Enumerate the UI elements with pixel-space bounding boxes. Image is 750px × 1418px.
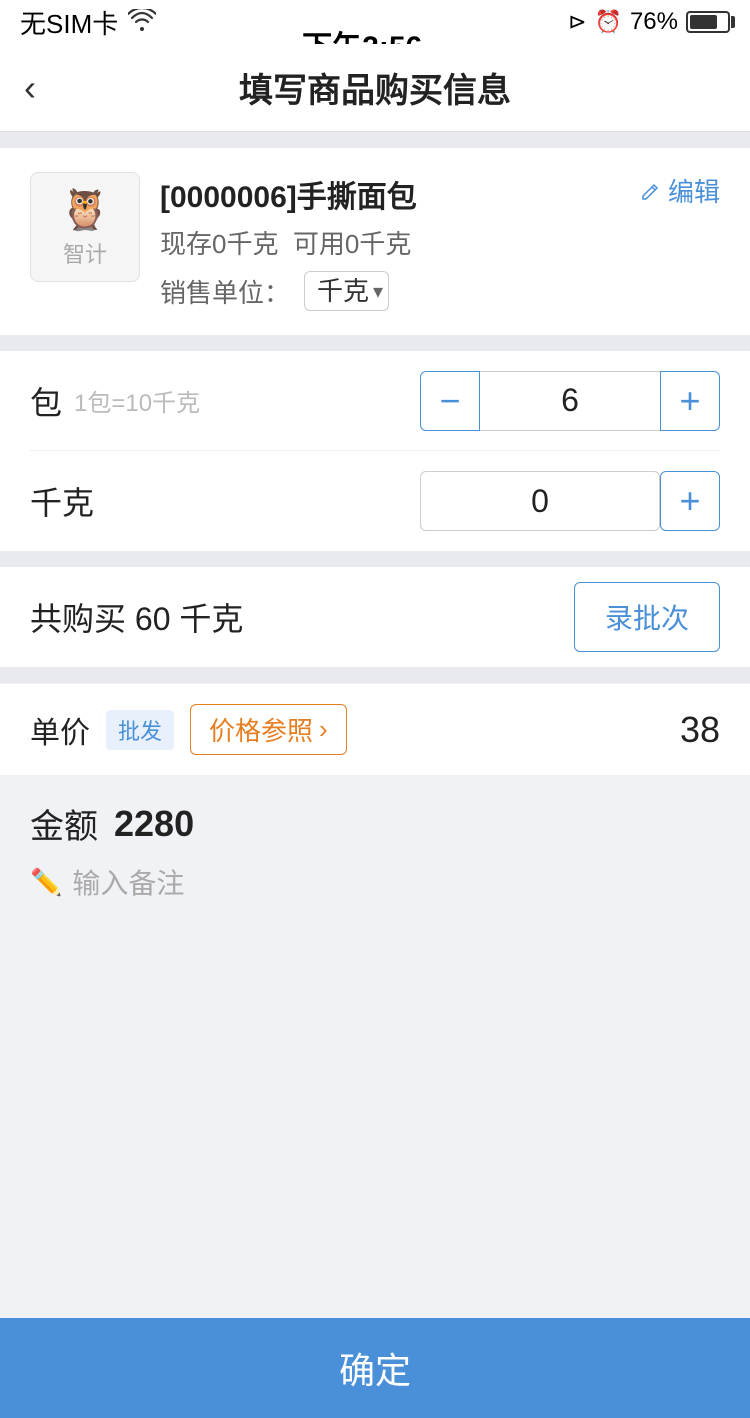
product-stock: 现存0千克 可用0千克 (160, 224, 720, 261)
pencil-icon: ✏️ (30, 867, 62, 898)
total-text: 共购买 60 千克 (30, 594, 243, 640)
kg-qty-input[interactable] (420, 471, 660, 531)
input-section: 包 1包=10千克 − + 千克 + (0, 351, 750, 551)
unit-select[interactable]: 千克 包 (304, 271, 389, 311)
remark-row[interactable]: ✏️ 输入备注 (30, 862, 720, 902)
status-left: 无SIM卡 (20, 4, 156, 41)
mid-divider2 (0, 551, 750, 567)
kg-label: 千克 (30, 478, 94, 524)
price-row: 单价 批发 价格参照 › 38 (30, 704, 720, 755)
wifi-icon (128, 7, 156, 38)
amount-section: 金额 2280 ✏️ 输入备注 (0, 775, 750, 918)
battery-icon (686, 11, 730, 33)
product-card: 🦉 智计 [0000006]手撕面包 编辑 现存0千克 可用0千克 销售单位： … (0, 148, 750, 335)
price-badge: 批发 (106, 710, 174, 750)
bag-plus-button[interactable]: + (660, 371, 720, 431)
carrier-text: 无SIM卡 (20, 4, 118, 41)
product-thumb-label: 智计 (63, 237, 107, 269)
kg-plus-button[interactable]: + (660, 471, 720, 531)
mid-divider3 (0, 667, 750, 683)
top-divider (0, 132, 750, 148)
bag-qty-control: − + (420, 371, 720, 431)
total-row: 共购买 60 千克 录批次 (0, 567, 750, 667)
price-value: 38 (680, 709, 720, 751)
mid-divider1 (0, 335, 750, 351)
bag-minus-button[interactable]: − (420, 371, 480, 431)
bag-hint: 1包=10千克 (74, 383, 200, 418)
bag-qty-input[interactable] (480, 371, 660, 431)
bag-label: 包 1包=10千克 (30, 378, 200, 424)
unit-select-wrapper[interactable]: 千克 包 ▾ (304, 271, 389, 311)
battery-percent: 76% (630, 8, 678, 36)
remark-placeholder: 输入备注 (72, 862, 184, 902)
product-name: [0000006]手撕面包 (160, 172, 417, 216)
spacer (0, 918, 750, 1318)
back-button[interactable]: ‹ (24, 67, 36, 109)
kg-input-row: 千克 + (30, 451, 720, 551)
nav-bar: ‹ 填写商品购买信息 (0, 44, 750, 132)
amount-value: 2280 (114, 803, 194, 845)
product-thumb-icon: 🦉 (60, 186, 110, 233)
price-ref-arrow-icon: › (319, 714, 328, 745)
price-label: 单价 (30, 708, 90, 752)
alarm-icon: ⏰ (595, 9, 622, 35)
batch-button[interactable]: 录批次 (574, 582, 720, 652)
location-icon: ⊳ (568, 9, 586, 35)
page-title: 填写商品购买信息 (239, 63, 511, 112)
product-thumbnail: 🦉 智计 (30, 172, 140, 282)
kg-qty-control: + (420, 471, 720, 531)
product-info: [0000006]手撕面包 编辑 现存0千克 可用0千克 销售单位： 千克 包 … (160, 172, 720, 311)
product-unit-row: 销售单位： 千克 包 ▾ (160, 271, 720, 311)
confirm-button[interactable]: 确定 (0, 1318, 750, 1418)
edit-button[interactable]: 编辑 (640, 172, 720, 209)
amount-label: 金额 (30, 799, 98, 848)
price-ref-button[interactable]: 价格参照 › (190, 704, 347, 755)
product-name-row: [0000006]手撕面包 编辑 (160, 172, 720, 216)
amount-row: 金额 2280 (30, 799, 720, 848)
status-right: ⊳ ⏰ 76% (568, 8, 730, 36)
bag-input-row: 包 1包=10千克 − + (30, 351, 720, 451)
status-bar: 无SIM卡 下午2:56 ⊳ ⏰ 76% (0, 0, 750, 44)
price-section: 单价 批发 价格参照 › 38 (0, 683, 750, 775)
